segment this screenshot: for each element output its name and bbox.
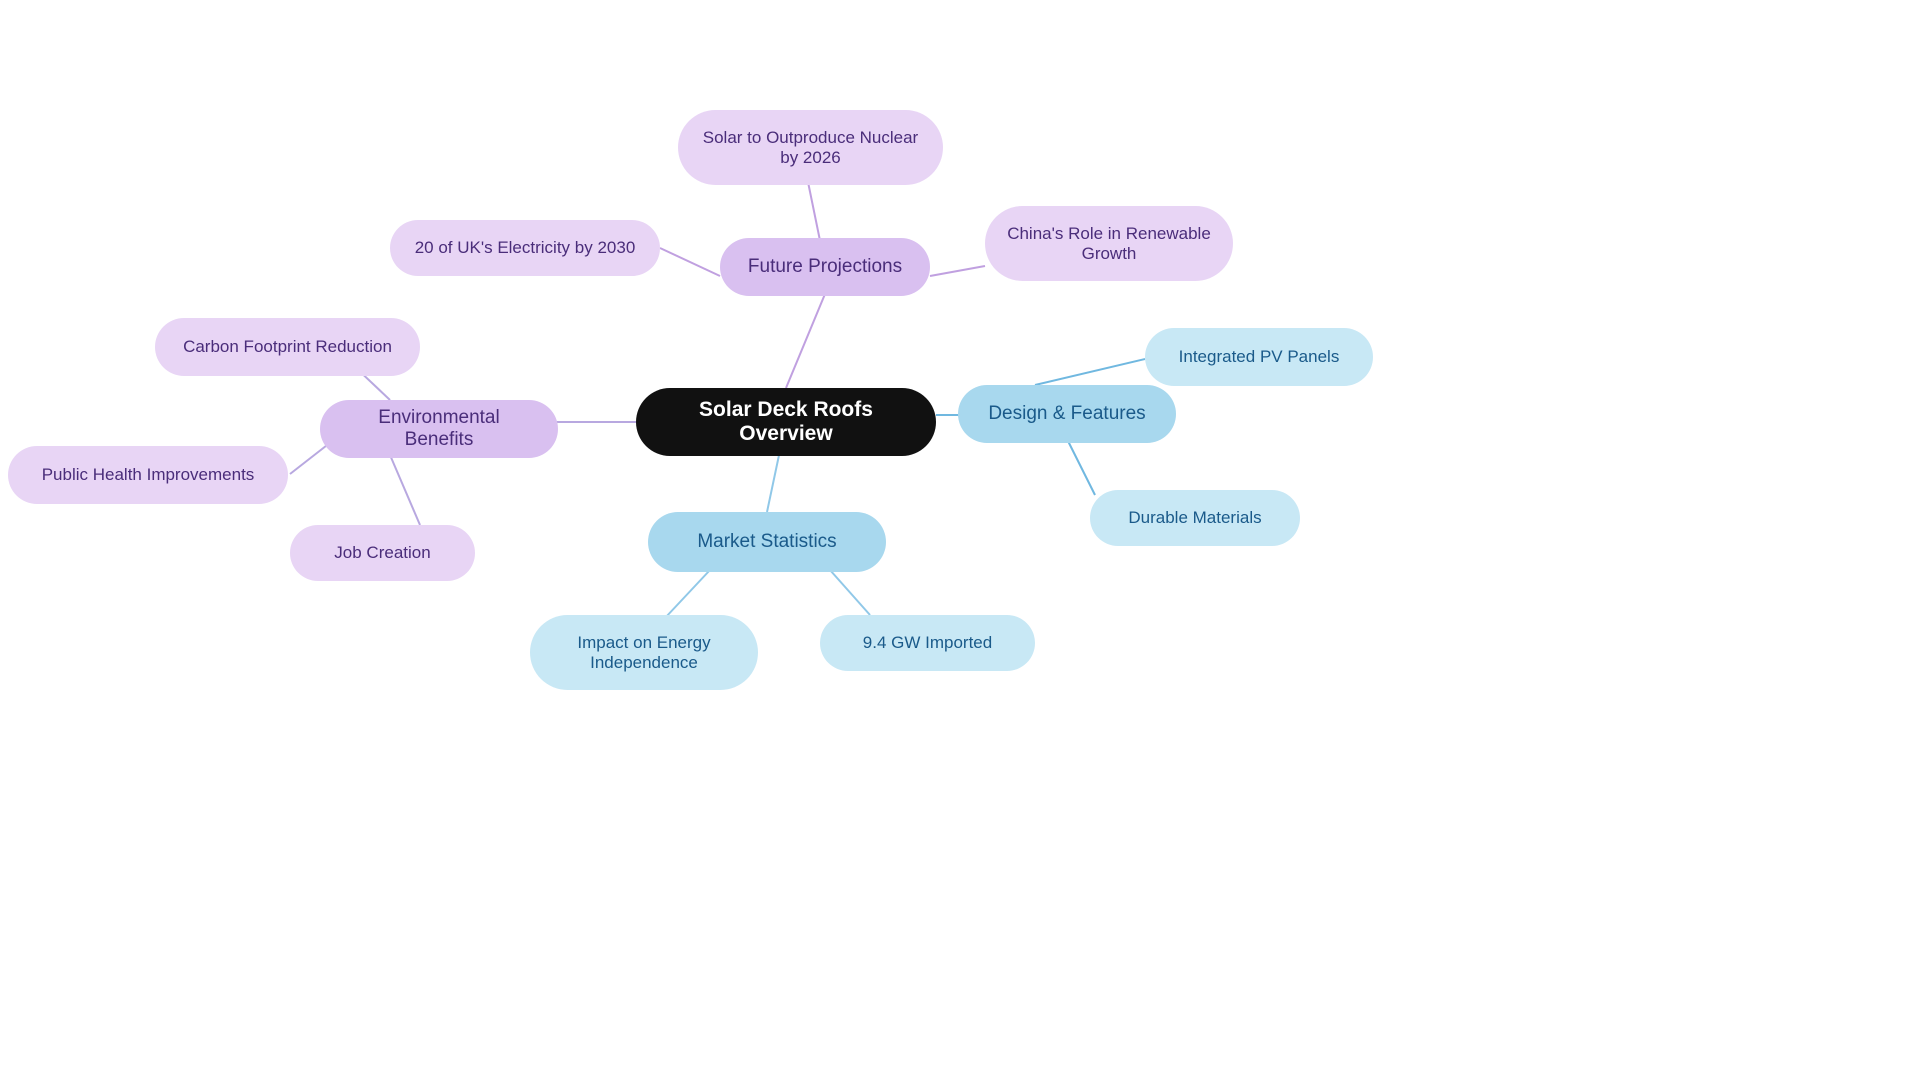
gw-imported-node: 9.4 GW Imported	[820, 615, 1035, 671]
job-creation-node: Job Creation	[290, 525, 475, 581]
carbon-footprint-node: Carbon Footprint Reduction	[155, 318, 420, 376]
china-role-node: China's Role in Renewable Growth	[985, 206, 1233, 281]
public-health-node: Public Health Improvements	[8, 446, 288, 504]
energy-independence-node: Impact on Energy Independence	[530, 615, 758, 690]
market-statistics-node: Market Statistics	[648, 512, 886, 572]
solar-nuclear-node: Solar to Outproduce Nuclear by 2026	[678, 110, 943, 185]
center-node: Solar Deck Roofs Overview	[636, 388, 936, 456]
environmental-benefits-node: Environmental Benefits	[320, 400, 558, 458]
uk-electricity-node: 20 of UK's Electricity by 2030	[390, 220, 660, 276]
durable-materials-node: Durable Materials	[1090, 490, 1300, 546]
future-projections-node: Future Projections	[720, 238, 930, 296]
integrated-pv-node: Integrated PV Panels	[1145, 328, 1373, 386]
design-features-node: Design & Features	[958, 385, 1176, 443]
